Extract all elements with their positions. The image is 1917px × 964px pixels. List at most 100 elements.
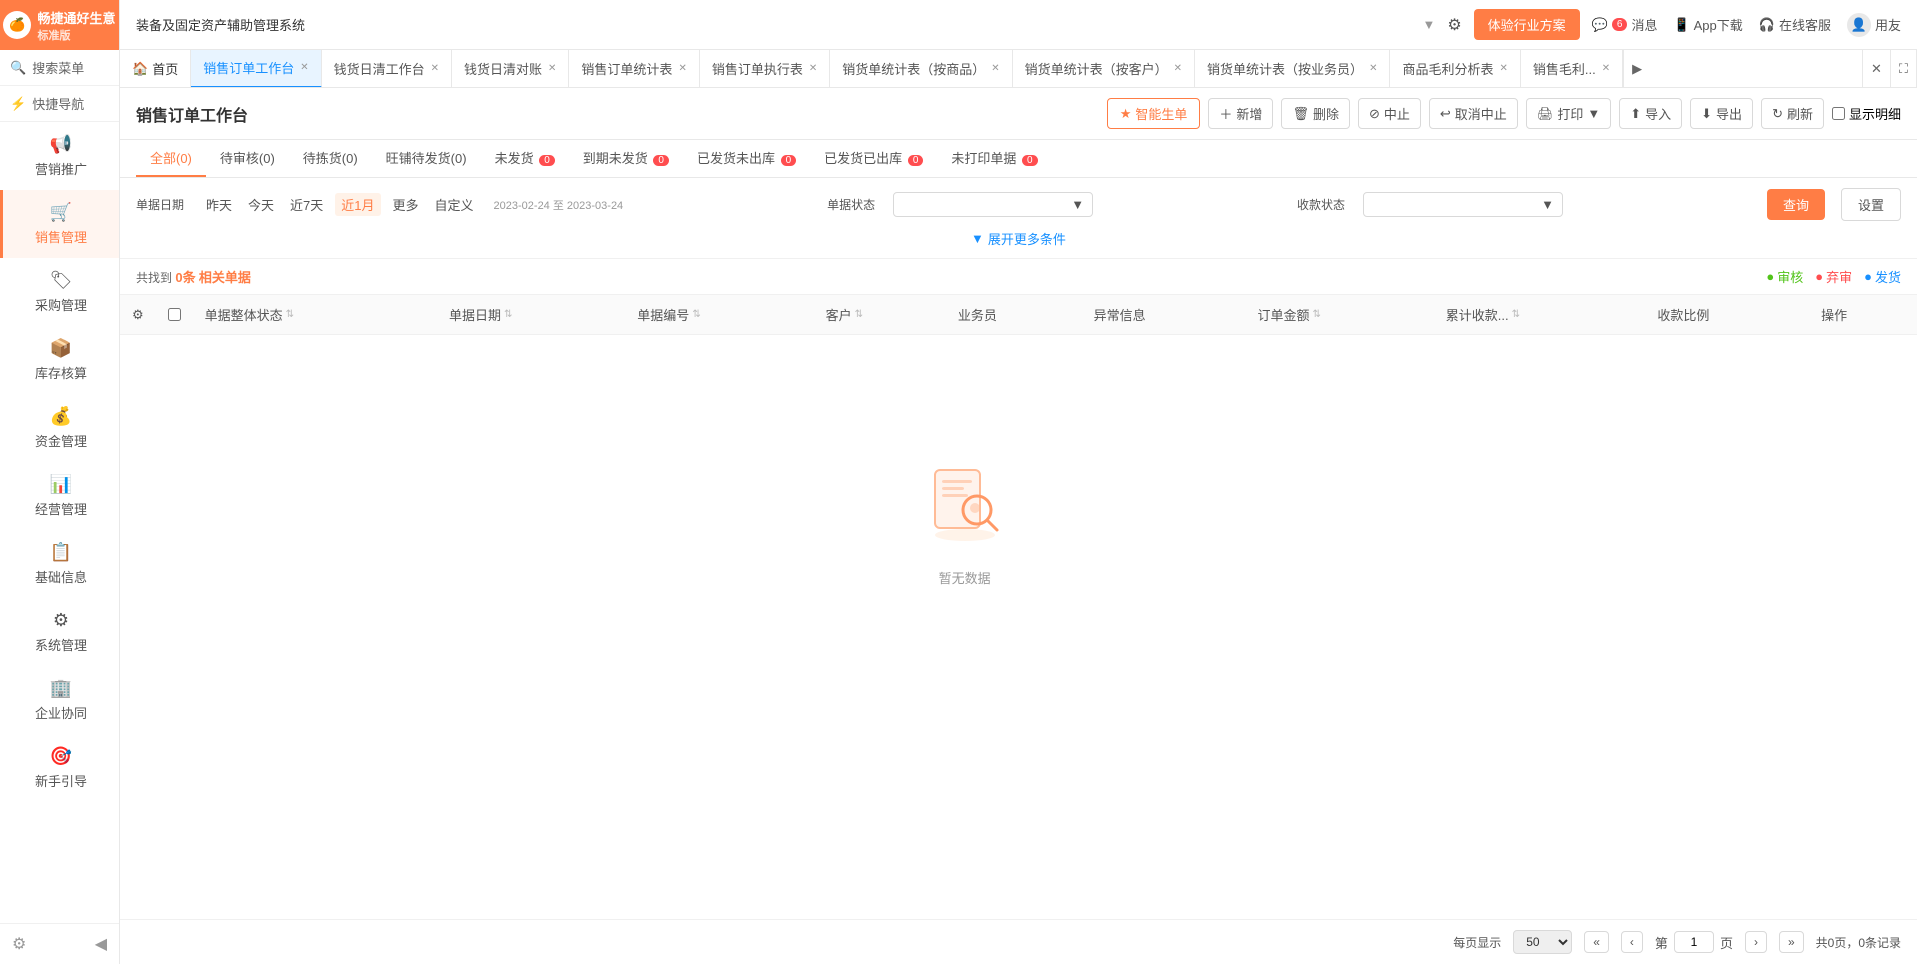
tab-sales-stat-product-close[interactable]: ✕ <box>991 63 999 74</box>
tab-goods-profit-close[interactable]: ✕ <box>1499 63 1507 74</box>
th-settings[interactable]: ⚙ <box>120 295 156 335</box>
th-collected-sort[interactable]: 累计收款... ⇅ <box>1446 305 1634 324</box>
app-download-item[interactable]: 📱 App下载 <box>1673 15 1742 34</box>
tab-sales-stat-customer[interactable]: 销货单统计表（按客户） ✕ <box>1013 50 1195 88</box>
tab-goods-profit[interactable]: 商品毛利分析表 ✕ <box>1390 50 1520 88</box>
tab-sales-workbench[interactable]: 销售订单工作台 ✕ <box>191 50 321 88</box>
sidebar-item-guide[interactable]: 🎯 新手引导 <box>0 734 119 802</box>
print-button[interactable]: 🖨 打印 ▼ <box>1526 98 1611 129</box>
sidebar-item-sales[interactable]: 🛒 销售管理 <box>0 190 119 258</box>
tab-cash-reconcile[interactable]: 钱货日清对账 ✕ <box>452 50 569 88</box>
table-body: 暂无数据 <box>120 335 1917 708</box>
select-all-checkbox[interactable] <box>168 308 181 321</box>
date-btn-7days[interactable]: 近7天 <box>286 193 327 216</box>
set-button[interactable]: 设置 <box>1841 188 1901 221</box>
online-service-item[interactable]: 🎧 在线客服 <box>1759 15 1831 34</box>
revoke-button[interactable]: ● 弃审 <box>1815 267 1852 286</box>
user-item[interactable]: 👤 用友 <box>1847 13 1901 37</box>
th-check[interactable] <box>156 295 193 335</box>
date-btn-yesterday[interactable]: 昨天 <box>202 193 236 216</box>
cancel-pause-button[interactable]: ↩ 取消中止 <box>1429 98 1518 129</box>
sidebar-search[interactable]: 🔍 搜索菜单 <box>0 50 119 86</box>
settings-icon[interactable]: ⚙ <box>12 934 26 954</box>
topbar-chevron-icon[interactable]: ▼ <box>1422 17 1435 32</box>
solution-button[interactable]: 体验行业方案 <box>1474 9 1580 40</box>
sidebar-item-basic[interactable]: 📋 基础信息 <box>0 530 119 598</box>
sidebar-item-finance[interactable]: 💰 资金管理 <box>0 394 119 462</box>
ship-button[interactable]: ● 发货 <box>1864 267 1901 286</box>
tabs-scroll-right[interactable]: ▶ <box>1623 50 1650 88</box>
sidebar-item-operations[interactable]: 📊 经营管理 <box>0 462 119 530</box>
tab-sales-stat-customer-close[interactable]: ✕ <box>1174 63 1182 74</box>
tab-sales-stat-product[interactable]: 销货单统计表（按商品） ✕ <box>830 50 1012 88</box>
add-button[interactable]: ＋ 新增 <box>1208 98 1273 129</box>
sub-tab-not-printed[interactable]: 未打印单据 0 <box>937 140 1051 177</box>
collapse-icon[interactable]: ◀ <box>95 934 107 954</box>
delete-button[interactable]: 🗑 删除 <box>1281 98 1350 129</box>
th-date-sort[interactable]: 单据日期 ⇅ <box>449 305 613 324</box>
date-btn-more[interactable]: 更多 <box>389 193 423 216</box>
import-button[interactable]: ⬆ 导入 <box>1619 98 1682 129</box>
sidebar-item-label-basic: 基础信息 <box>35 567 87 586</box>
sub-tab-pending-inspect[interactable]: 待拣货(0) <box>289 140 372 177</box>
settings-col-icon[interactable]: ⚙ <box>132 307 144 322</box>
sub-tab-shipped-out[interactable]: 已发货已出库 0 <box>810 140 937 177</box>
sub-tab-not-shipped[interactable]: 未发货 0 <box>481 140 569 177</box>
tab-sales-workbench-close[interactable]: ✕ <box>300 62 308 73</box>
topbar-settings-icon[interactable]: ⚙ <box>1447 15 1461 35</box>
quick-nav[interactable]: ⚡ 快捷导航 <box>0 86 119 122</box>
message-icon-item[interactable]: 💬 6 消息 <box>1592 15 1658 34</box>
pause-button[interactable]: ⊘ 中止 <box>1358 98 1421 129</box>
tab-cash-daily[interactable]: 钱货日清工作台 ✕ <box>322 50 452 88</box>
sidebar-item-purchase[interactable]: 🏷 采购管理 <box>0 258 119 326</box>
th-customer-sort[interactable]: 客户 ⇅ <box>826 305 934 324</box>
th-status-sort[interactable]: 单据整体状态 ⇅ <box>205 305 425 324</box>
sidebar-item-marketing[interactable]: 📢 营销推广 <box>0 122 119 190</box>
last-page-button[interactable]: » <box>1779 931 1804 953</box>
query-button[interactable]: 查询 <box>1767 189 1825 220</box>
sub-tab-shipped-not-out[interactable]: 已发货未出库 0 <box>683 140 810 177</box>
status-filter-select[interactable]: ▼ <box>893 192 1093 217</box>
show-detail-label[interactable]: 显示明细 <box>1832 104 1901 123</box>
tab-sales-exec-close[interactable]: ✕ <box>809 63 817 74</box>
page-header-actions: ★ 智能生单 ＋ 新增 🗑 删除 ⊘ 中止 ↩ 取消中止 <box>1107 98 1901 129</box>
sidebar-item-label-enterprise: 企业协同 <box>35 703 87 722</box>
tab-cash-reconcile-close[interactable]: ✕ <box>548 63 556 74</box>
tab-sales-more[interactable]: 销售毛利... ✕ <box>1521 50 1623 88</box>
tab-sales-stats[interactable]: 销售订单统计表 ✕ <box>569 50 699 88</box>
prev-page-button[interactable]: ‹ <box>1621 931 1643 953</box>
tab-sales-stat-staff-close[interactable]: ✕ <box>1369 63 1377 74</box>
page-input[interactable] <box>1674 931 1714 953</box>
expand-filter-button[interactable]: ▼ 展开更多条件 <box>971 229 1066 248</box>
tabs-close-all[interactable]: ✕ <box>1863 50 1891 88</box>
tab-sales-stats-close[interactable]: ✕ <box>678 63 686 74</box>
tabs-maximize[interactable]: ⛶ <box>1891 50 1917 88</box>
next-page-button[interactable]: › <box>1745 931 1767 953</box>
date-btn-1month[interactable]: 近1月 <box>335 193 380 216</box>
sidebar-item-system[interactable]: ⚙ 系统管理 <box>0 598 119 666</box>
tab-home[interactable]: 🏠 首页 <box>120 50 191 88</box>
refresh-button[interactable]: ↻ 刷新 <box>1761 98 1824 129</box>
tab-cash-daily-close[interactable]: ✕ <box>431 63 439 74</box>
sidebar-item-enterprise[interactable]: 🏢 企业协同 <box>0 666 119 734</box>
sub-tab-overdue-not-shipped[interactable]: 到期未发货 0 <box>569 140 683 177</box>
export-button[interactable]: ⬇ 导出 <box>1690 98 1753 129</box>
sub-tab-pending-review[interactable]: 待审核(0) <box>206 140 289 177</box>
payment-filter-select[interactable]: ▼ <box>1363 192 1563 217</box>
sub-tab-wangpu[interactable]: 旺铺待发货(0) <box>372 140 481 177</box>
date-btn-custom[interactable]: 自定义 <box>431 193 478 216</box>
logo-sub: 标准版 <box>37 27 115 43</box>
per-page-select[interactable]: 50 10 20 100 <box>1513 930 1572 954</box>
smart-create-button[interactable]: ★ 智能生单 <box>1107 98 1201 129</box>
tab-sales-more-close[interactable]: ✕ <box>1602 63 1610 74</box>
audit-button[interactable]: ● 审核 <box>1766 267 1803 286</box>
sub-tab-all[interactable]: 全部(0) <box>136 140 206 177</box>
sidebar-item-inventory[interactable]: 📦 库存核算 <box>0 326 119 394</box>
date-btn-today[interactable]: 今天 <box>244 193 278 216</box>
th-number-sort[interactable]: 单据编号 ⇅ <box>637 305 801 324</box>
tab-sales-exec[interactable]: 销售订单执行表 ✕ <box>700 50 830 88</box>
show-detail-checkbox[interactable] <box>1832 107 1845 120</box>
first-page-button[interactable]: « <box>1584 931 1609 953</box>
tab-sales-stat-staff[interactable]: 销货单统计表（按业务员） ✕ <box>1195 50 1390 88</box>
th-amount-sort[interactable]: 订单金额 ⇅ <box>1257 305 1421 324</box>
